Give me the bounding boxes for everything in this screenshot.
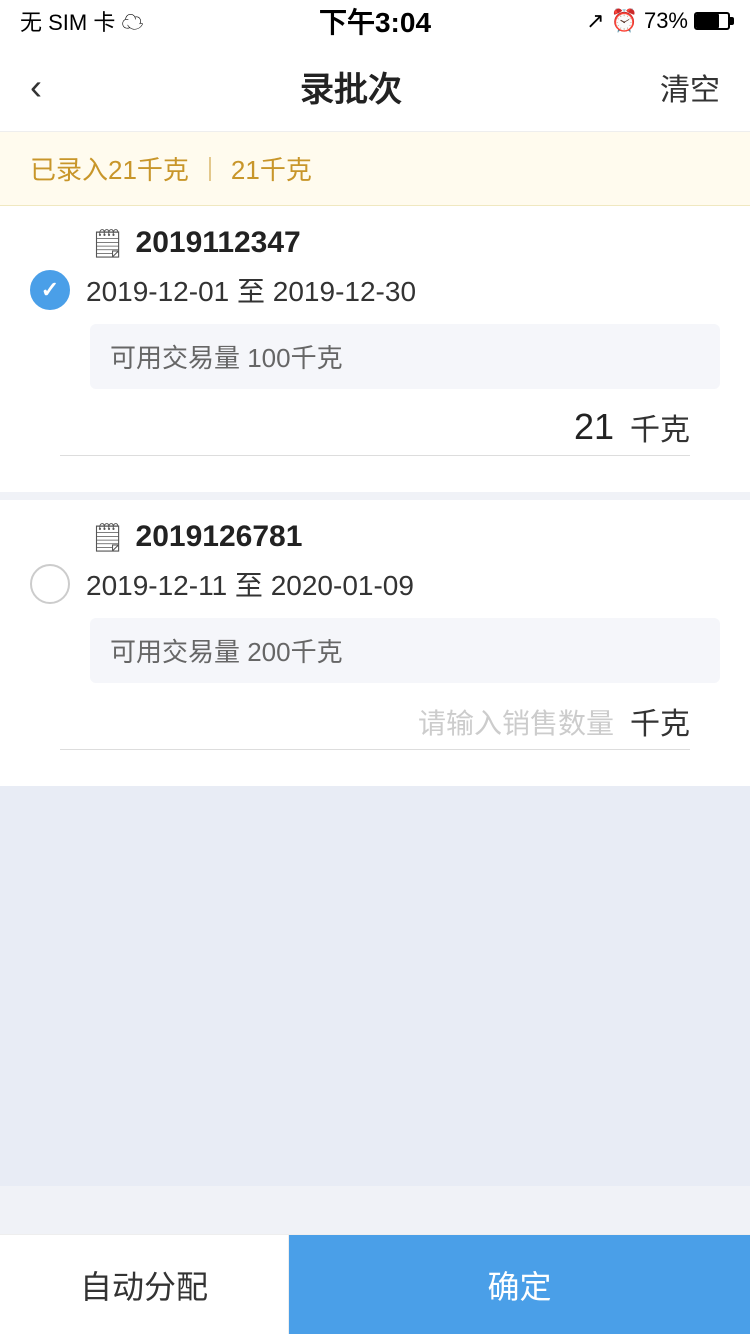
info-banner: 已录入21千克 21千克 — [0, 132, 750, 206]
qty-unit-2: 千克 — [630, 699, 690, 743]
batch-date-row-1: 2019-12-01 至 2019-12-30 — [30, 270, 720, 310]
info-divider — [209, 157, 211, 181]
batch-header-2: 🗒 2019126781 — [90, 520, 720, 554]
nav-bar: ‹ 录批次 清空 — [0, 42, 750, 132]
qty-unit-1: 千克 — [630, 405, 690, 449]
recorded-label: 已录入21千克 — [30, 150, 189, 187]
batch-date-1: 2019-12-01 至 2019-12-30 — [86, 270, 416, 310]
battery-icon — [694, 12, 730, 30]
qty-input-2[interactable] — [149, 700, 614, 742]
total-label: 21千克 — [231, 150, 312, 187]
batch-header-1: 🗒 2019112347 — [90, 226, 720, 260]
qty-input-1[interactable] — [149, 406, 614, 448]
batch-item-2: 🗒 2019126781 2019-12-11 至 2020-01-09 可用交… — [0, 492, 750, 786]
bottom-bar: 自动分配 确定 — [0, 1234, 750, 1334]
clear-button[interactable]: 清空 — [660, 65, 720, 109]
batch-item-1: 🗒 2019112347 2019-12-01 至 2019-12-30 可用交… — [0, 206, 750, 492]
qty-row-1: 千克 — [30, 389, 720, 449]
available-qty-1: 可用交易量 100千克 — [90, 324, 720, 389]
battery-percent: 73% — [644, 8, 688, 34]
status-time: 下午3:04 — [319, 1, 431, 41]
qty-underline-2 — [60, 749, 690, 750]
qty-row-2: 千克 — [30, 683, 720, 743]
batch-icon-1: 🗒 — [90, 227, 126, 260]
page-title: 录批次 — [300, 62, 402, 111]
auto-distribute-button[interactable]: 自动分配 — [0, 1235, 289, 1334]
batch-icon-2: 🗒 — [90, 521, 126, 554]
batch-date-row-2: 2019-12-11 至 2020-01-09 — [30, 564, 720, 604]
qty-underline-1 — [60, 455, 690, 456]
available-qty-2: 可用交易量 200千克 — [90, 618, 720, 683]
batch-date-2: 2019-12-11 至 2020-01-09 — [86, 564, 414, 604]
radio-2[interactable] — [30, 564, 70, 604]
empty-area — [0, 786, 750, 1186]
status-right: ↗ ⏰ 73% — [586, 8, 730, 34]
batch-id-2: 2019126781 — [136, 520, 303, 554]
radio-1[interactable] — [30, 270, 70, 310]
sim-label: 无 SIM 卡 ☁ — [20, 5, 143, 37]
status-bar: 无 SIM 卡 ☁ 下午3:04 ↗ ⏰ 73% — [0, 0, 750, 42]
back-button[interactable]: ‹ — [30, 66, 42, 108]
batch-id-1: 2019112347 — [136, 226, 301, 260]
confirm-button[interactable]: 确定 — [289, 1235, 750, 1334]
status-left: 无 SIM 卡 ☁ — [20, 5, 143, 37]
alarm-icon: ⏰ — [611, 8, 638, 34]
location-icon: ↗ — [586, 8, 604, 34]
